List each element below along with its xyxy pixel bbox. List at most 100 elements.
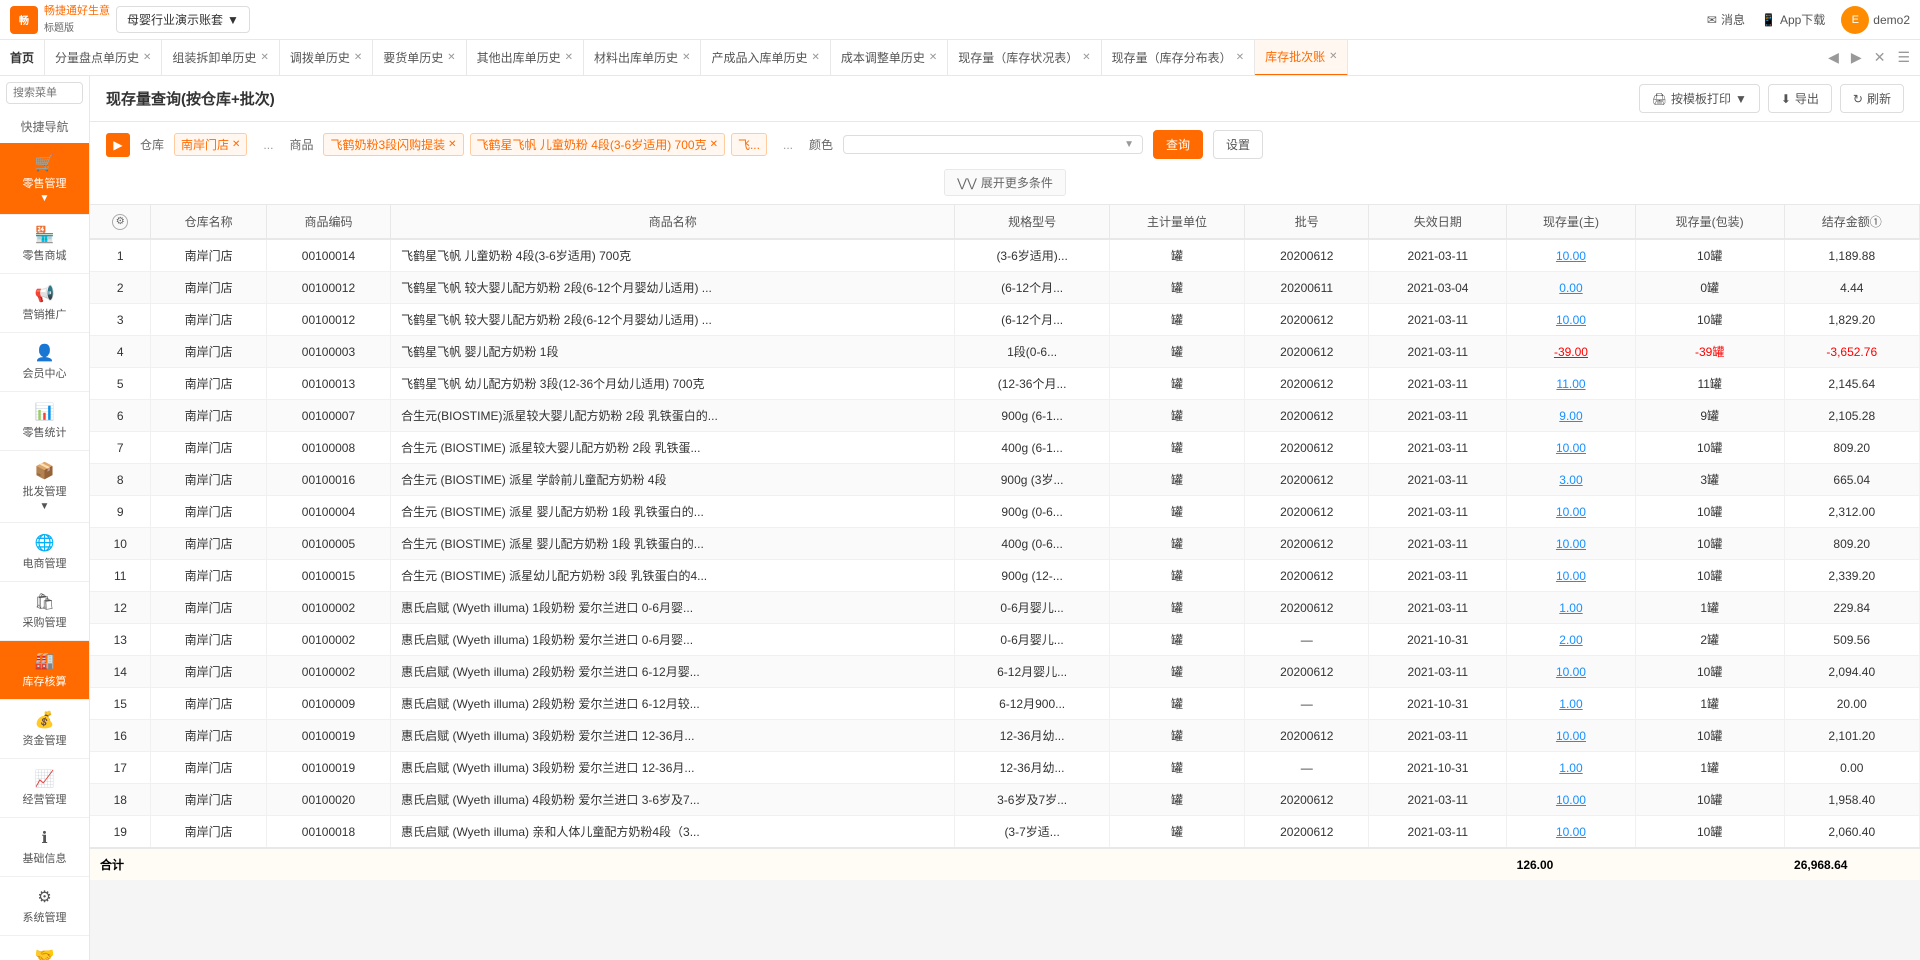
tab-menu-btn[interactable]: ☰ <box>1893 47 1914 68</box>
tab-prev-btn[interactable]: ◀ <box>1824 47 1843 68</box>
row-qty-main[interactable]: 10.00 <box>1507 528 1636 560</box>
tab-close-11[interactable]: ✕ <box>1329 51 1337 62</box>
warehouse-tag-0[interactable]: 南岸门店 ✕ <box>174 133 247 156</box>
row-qty-main[interactable]: 10.00 <box>1507 304 1636 336</box>
print-btn[interactable]: 🖨 按模板打印 ▼ <box>1639 84 1760 113</box>
tab-6[interactable]: 材料出库单历史 ✕ <box>584 40 701 76</box>
user-avatar[interactable]: E demo2 <box>1841 6 1910 34</box>
tab-3[interactable]: 调拨单历史 ✕ <box>280 40 373 76</box>
sidebar-nav-btn[interactable]: 快捷导航 <box>0 110 89 143</box>
refresh-btn[interactable]: ↻ 刷新 <box>1840 84 1904 113</box>
tab-8[interactable]: 成本调整单历史 ✕ <box>831 40 948 76</box>
row-qty-main[interactable]: 10.00 <box>1507 239 1636 272</box>
row-unit: 罐 <box>1109 816 1244 849</box>
tab-7[interactable]: 产成品入库单历史 ✕ <box>701 40 830 76</box>
goods-tag-1-close[interactable]: ✕ <box>710 139 718 150</box>
tab-close-5[interactable]: ✕ <box>565 52 573 63</box>
row-code: 00100013 <box>266 368 390 400</box>
tab-home[interactable]: 首页 <box>0 40 45 76</box>
query-btn[interactable]: 查询 <box>1153 130 1203 159</box>
tab-close-8[interactable]: ✕ <box>929 52 937 63</box>
row-warehouse: 南岸门店 <box>151 784 266 816</box>
sidebar-item-retail-management[interactable]: 🛒 零售管理 ▼ <box>0 143 89 215</box>
tab-2[interactable]: 组装拆卸单历史 ✕ <box>162 40 279 76</box>
row-qty-main[interactable]: 11.00 <box>1507 368 1636 400</box>
row-qty-main[interactable]: 10.00 <box>1507 816 1636 849</box>
tab-close-2[interactable]: ✕ <box>260 52 268 63</box>
messages-btn[interactable]: ✉ 消息 <box>1707 11 1745 28</box>
sidebar-item-wholesale[interactable]: 📦 批发管理 ▼ <box>0 451 89 523</box>
sidebar-item-retail-stats[interactable]: 📊 零售统计 <box>0 392 89 451</box>
row-qty-main[interactable]: 10.00 <box>1507 496 1636 528</box>
tab-close-9[interactable]: ✕ <box>1082 52 1090 63</box>
tab-close-10[interactable]: ✕ <box>1236 52 1244 63</box>
row-code: 00100005 <box>266 528 390 560</box>
row-qty-main[interactable]: 1.00 <box>1507 592 1636 624</box>
sidebar-item-system[interactable]: ⚙ 系统管理 <box>0 877 89 936</box>
warehouse-tag-close[interactable]: ✕ <box>232 139 240 150</box>
row-qty-main[interactable]: 10.00 <box>1507 560 1636 592</box>
tab-11[interactable]: 库存批次账 ✕ <box>1255 40 1348 76</box>
goods-tag-0-close[interactable]: ✕ <box>448 139 456 150</box>
sidebar-item-ecommerce[interactable]: 🌐 电商管理 <box>0 523 89 582</box>
sidebar-item-operations[interactable]: 📈 经营管理 <box>0 759 89 818</box>
row-spec: 0-6月婴儿... <box>955 624 1109 656</box>
table-container: ⚙ 仓库名称 商品编码 商品名称 规格型号 主计量单位 批号 失效日期 现存量(… <box>90 205 1920 960</box>
sidebar-item-retail-mall[interactable]: 🏪 零售商城 <box>0 215 89 274</box>
row-qty-main[interactable]: 0.00 <box>1507 272 1636 304</box>
row-name: 合生元 (BIOSTIME) 派星较大婴儿配方奶粉 2段 乳铁蛋... <box>391 432 955 464</box>
row-qty-main[interactable]: 1.00 <box>1507 688 1636 720</box>
export-btn[interactable]: ⬇ 导出 <box>1768 84 1832 113</box>
row-qty-main[interactable]: 2.00 <box>1507 624 1636 656</box>
row-qty-main[interactable]: 1.00 <box>1507 752 1636 784</box>
sidebar-item-finance[interactable]: 💰 资金管理 <box>0 700 89 759</box>
tab-next-btn[interactable]: ▶ <box>1847 47 1866 68</box>
expand-conditions-btn[interactable]: ⋁⋁ 展开更多条件 <box>944 169 1066 196</box>
sidebar-item-member[interactable]: 👤 会员中心 <box>0 333 89 392</box>
account-selector[interactable]: 母婴行业演示账套 ▼ <box>116 6 250 33</box>
goods-tag-1[interactable]: 飞鹤星飞帆 儿童奶粉 4段(3-6岁适用) 700克 ✕ <box>470 133 725 156</box>
row-qty-main[interactable]: -39.00 <box>1507 336 1636 368</box>
search-input[interactable] <box>6 82 83 104</box>
tab-close-3[interactable]: ✕ <box>354 52 362 63</box>
row-no: 14 <box>90 656 151 688</box>
row-spec: 3-6岁及7岁... <box>955 784 1109 816</box>
settings-btn[interactable]: 设置 <box>1213 130 1263 159</box>
row-qty-pkg: 10罐 <box>1635 304 1784 336</box>
row-unit: 罐 <box>1109 272 1244 304</box>
tab-5[interactable]: 其他出库单历史 ✕ <box>467 40 584 76</box>
tab-close-6[interactable]: ✕ <box>682 52 690 63</box>
row-code: 00100009 <box>266 688 390 720</box>
row-qty-main[interactable]: 10.00 <box>1507 784 1636 816</box>
tab-close-7[interactable]: ✕ <box>811 52 819 63</box>
column-settings-icon[interactable]: ⚙ <box>112 214 128 230</box>
tab-close-4[interactable]: ✕ <box>447 52 455 63</box>
tab-10[interactable]: 现存量（库存分布表） ✕ <box>1102 40 1255 76</box>
tab-1[interactable]: 分量盘点单历史 ✕ <box>45 40 162 76</box>
tab-close-1[interactable]: ✕ <box>143 52 151 63</box>
app-download-btn[interactable]: 📱 App下载 <box>1761 11 1825 28</box>
color-field[interactable]: ▼ <box>843 135 1143 154</box>
row-qty-main[interactable]: 10.00 <box>1507 720 1636 752</box>
filter-expand-btn[interactable]: ▶ <box>106 133 130 157</box>
sidebar-item-enterprise[interactable]: 🤝 企业协同 <box>0 936 89 960</box>
sidebar-item-inventory[interactable]: 🏭 库存核算 <box>0 641 89 700</box>
sidebar-item-basic-info[interactable]: ℹ 基础信息 <box>0 818 89 877</box>
row-qty-main[interactable]: 9.00 <box>1507 400 1636 432</box>
tab-4[interactable]: 要货单历史 ✕ <box>373 40 466 76</box>
goods-more[interactable]: ... <box>777 136 799 154</box>
warehouse-more[interactable]: ... <box>257 136 279 154</box>
row-code: 00100003 <box>266 336 390 368</box>
sidebar-item-purchase[interactable]: 🛍 采购管理 <box>0 582 89 641</box>
row-qty-main[interactable]: 10.00 <box>1507 432 1636 464</box>
tab-9[interactable]: 现存量（库存状况表） ✕ <box>948 40 1101 76</box>
sidebar-item-marketing[interactable]: 📢 营销推广 <box>0 274 89 333</box>
enterprise-icon: 🤝 <box>35 946 55 960</box>
goods-tag-0[interactable]: 飞鹤奶粉3段闪购提装 ✕ <box>323 133 463 156</box>
goods-tag-more[interactable]: 飞... <box>731 133 767 156</box>
tab-close-all-btn[interactable]: ✕ <box>1870 47 1890 68</box>
row-name: 合生元 (BIOSTIME) 派星 学龄前儿童配方奶粉 4段 <box>391 464 955 496</box>
row-qty-main[interactable]: 10.00 <box>1507 656 1636 688</box>
row-qty-main[interactable]: 3.00 <box>1507 464 1636 496</box>
logo-sub: 标题版 <box>44 19 110 34</box>
